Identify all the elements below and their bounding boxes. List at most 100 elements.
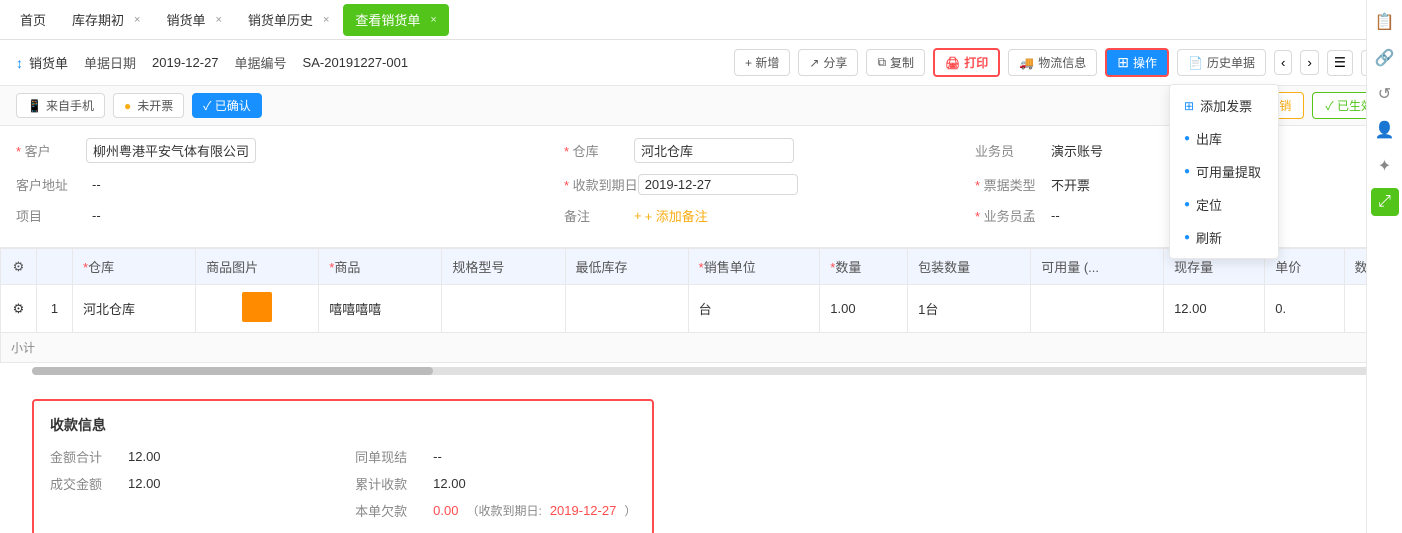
payment-grid: 金额合计 12.00 同单现结 -- 成交金额 12.00 累计收款 [50, 447, 636, 520]
product-table-container: ⚙ *仓库 商品图片 *商品 规格型号 最低库存 *销售单位 *数量 包装数量 … [0, 248, 1402, 379]
address-value: -- [86, 175, 246, 194]
share-button[interactable]: ↗ 分享 [798, 49, 858, 76]
new-button[interactable]: + 新增 [734, 49, 790, 76]
cumulative-value: 12.00 [433, 476, 466, 491]
tab-inventory-close[interactable]: × [134, 14, 140, 26]
due-date-close: ） [624, 502, 636, 519]
settlement-label: 同单现结 [355, 447, 425, 466]
available-qty-icon: ● [1184, 166, 1190, 177]
operation-grid-icon: ⊞ [1117, 54, 1129, 71]
due-date-value: 2019-12-27 [550, 503, 617, 518]
add-note-button[interactable]: + + 添加备注 [634, 206, 708, 225]
menu-add-invoice[interactable]: ⊞ 添加发票 [1170, 89, 1278, 122]
doc-date-label: 单据日期 [84, 53, 136, 72]
th-product-img: 商品图片 [196, 249, 319, 285]
sidebar-icon-link[interactable]: 🔗 [1371, 44, 1399, 72]
menu-available-qty[interactable]: ● 可用量提取 [1170, 155, 1278, 188]
row-product: 嘻嘻嘻嘻 [319, 285, 442, 333]
due-date-note: （收款到期日: [466, 502, 541, 519]
menu-refresh[interactable]: ● 刷新 [1170, 221, 1278, 254]
ticket-type-label: 票据类型 [975, 175, 1045, 194]
tab-inventory-init[interactable]: 库存期初 × [60, 4, 152, 36]
toolbar: + 新增 ↗ 分享 ⧉ 复制 🖨 打印 🚚 物流信 [734, 48, 1386, 77]
th-pkg-qty: 包装数量 [908, 249, 1031, 285]
locate-label: 定位 [1196, 195, 1222, 214]
menu-outbound[interactable]: ● 出库 [1170, 122, 1278, 155]
project-field: 项目 -- [16, 206, 564, 225]
address-label: 客户地址 [16, 175, 86, 194]
row-setting[interactable]: ⚙ [1, 285, 37, 333]
receivable-value: 0.00 [433, 503, 458, 518]
table-row: ⚙ 1 河北仓库 嘻嘻嘻嘻 台 1.00 1台 [1, 285, 1402, 333]
dropdown-menu: ⊞ 添加发票 ● 出库 ● 可用量提取 [1169, 84, 1279, 259]
salesperson2-label: 业务员孟 [975, 206, 1045, 225]
payment-date-value[interactable]: 2019-12-27 [638, 174, 798, 195]
payment-info-box: 收款信息 金额合计 12.00 同单现结 -- 成交金额 12.00 [32, 399, 654, 533]
copy-button[interactable]: ⧉ 复制 [866, 49, 925, 76]
right-sidebar: 📋 🔗 ↺ 👤 ✦ ⤢ [1366, 0, 1402, 533]
th-product: *商品 [319, 249, 442, 285]
row-price: 0. [1265, 285, 1344, 333]
history-icon: 📄 [1188, 56, 1203, 70]
customer-field: 客户 柳州粤港平安气体有限公司 [16, 138, 564, 163]
th-unit: *销售单位 [688, 249, 820, 285]
sidebar-icon-clipboard[interactable]: 📋 [1371, 8, 1399, 36]
tab-bar: 首页 库存期初 × 销货单 × 销货单历史 × 查看销货单 × × [0, 0, 1402, 40]
doc-title: ↕ 销货单 [16, 53, 68, 72]
th-qty: *数量 [820, 249, 908, 285]
sidebar-icon-person[interactable]: 👤 [1371, 116, 1399, 144]
available-qty-label: 可用量提取 [1196, 162, 1261, 181]
sidebar-icon-expand[interactable]: ⤢ [1371, 188, 1399, 216]
row-available [1031, 285, 1164, 333]
transaction-value: 12.00 [128, 476, 161, 491]
customer-value[interactable]: 柳州粤港平安气体有限公司 [86, 138, 256, 163]
row-unit: 台 [688, 285, 820, 333]
settlement-value: -- [433, 449, 442, 464]
tab-sales-close[interactable]: × [215, 14, 221, 26]
tab-home-label: 首页 [20, 10, 46, 29]
logistics-button[interactable]: 🚚 物流信息 [1008, 49, 1097, 76]
doc-date-value: 2019-12-27 [152, 55, 219, 70]
add-invoice-label: 添加发票 [1200, 96, 1252, 115]
phone-icon: 📱 [27, 99, 42, 113]
history-button[interactable]: 📄 历史单据 [1177, 49, 1266, 76]
doc-number-label: 单据编号 [235, 53, 287, 72]
next-button[interactable]: › [1300, 50, 1318, 75]
payment-date-label: 收款到期日 [564, 175, 638, 194]
scroll-thumb[interactable] [32, 367, 433, 375]
row-min-stock [565, 285, 688, 333]
from-phone-button[interactable]: 📱 来自手机 [16, 93, 105, 118]
total-amount-value: 12.00 [128, 449, 161, 464]
operation-button[interactable]: ⊞ 操作 [1105, 48, 1169, 77]
horizontal-scrollbar[interactable] [32, 367, 1370, 375]
tab-home[interactable]: 首页 [8, 4, 58, 36]
tab-view-sales[interactable]: 查看销货单 × [343, 4, 448, 36]
doc-type-label: 销货单 [29, 53, 68, 72]
tab-sales-history-close[interactable]: × [323, 14, 329, 26]
list-view-button[interactable]: ☰ [1327, 50, 1353, 76]
payment-info-title: 收款信息 [50, 415, 636, 435]
prev-button[interactable]: ‹ [1274, 50, 1292, 75]
operation-dropdown-container: ⊞ 操作 ⊞ 添加发票 ● [1105, 48, 1169, 77]
confirmed-button[interactable]: ✓ 已确认 [192, 93, 262, 118]
th-no [37, 249, 73, 285]
not-open-ticket-button[interactable]: 未开票 [113, 93, 184, 118]
tab-sales-order[interactable]: 销货单 × [154, 4, 233, 36]
payment-info-section: 收款信息 金额合计 12.00 同单现结 -- 成交金额 12.00 [0, 379, 1402, 533]
sidebar-icon-star[interactable]: ✦ [1371, 152, 1399, 180]
print-button[interactable]: 🖨 打印 [933, 48, 1000, 77]
tab-view-sales-close[interactable]: × [430, 14, 436, 26]
transaction-label: 成交金额 [50, 474, 120, 493]
tab-sales-history[interactable]: 销货单历史 × [236, 4, 341, 36]
tab-inventory-label: 库存期初 [72, 10, 124, 29]
th-warehouse: *仓库 [73, 249, 196, 285]
main-content: ↕ 销货单 单据日期 2019-12-27 单据编号 SA-20191227-0… [0, 40, 1402, 533]
th-setting[interactable]: ⚙ [1, 249, 37, 285]
row-spec [442, 285, 565, 333]
warehouse-value[interactable]: 河北仓库 [634, 138, 794, 163]
sidebar-icon-refresh[interactable]: ↺ [1371, 80, 1399, 108]
payment-row-settlement: 同单现结 -- [355, 447, 636, 466]
customer-label: 客户 [16, 141, 86, 160]
doc-number-value: SA-20191227-001 [303, 55, 409, 70]
menu-locate[interactable]: ● 定位 [1170, 188, 1278, 221]
